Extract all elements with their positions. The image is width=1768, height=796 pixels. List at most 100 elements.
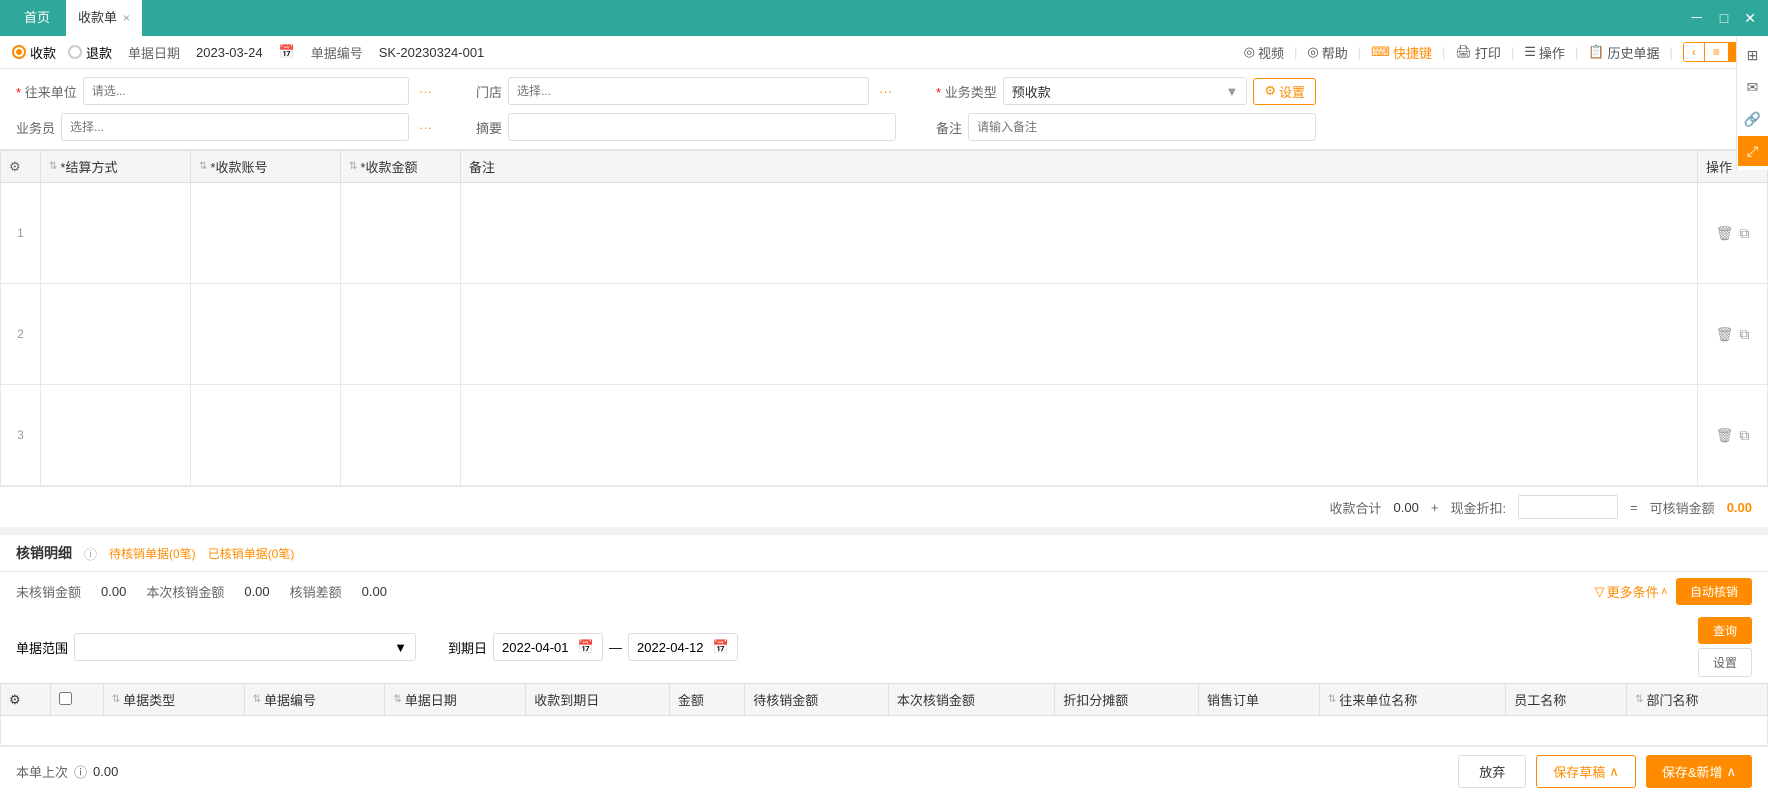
bth-checkbox[interactable] <box>51 684 104 716</box>
sidebar-mail-icon[interactable]: ✉ <box>1738 72 1768 102</box>
op-cell-2: 🗑 ⧉ <box>1698 284 1768 385</box>
bth-counterpart: ⇅往来单位名称 <box>1319 684 1505 716</box>
biztype-label: * 业务类型 <box>936 82 997 101</box>
range-select[interactable]: ▼ <box>74 633 416 661</box>
table-row: 1 🗑 ⧉ <box>1 183 1768 284</box>
bth-number: ⇅单据编号 <box>244 684 385 716</box>
date-to-input[interactable]: 2022-04-12 📅 <box>628 633 738 661</box>
form-area: * 往来单位 ··· 门店 ··· * 业务类型 预收款 ▼ <box>0 69 1768 150</box>
biztype-value: 预收款 <box>1012 82 1226 101</box>
operation-btn[interactable]: ☰ 操作 <box>1524 43 1565 62</box>
copy-icon-3[interactable]: ⧉ <box>1739 427 1749 444</box>
bth-gear[interactable]: ⚙ <box>1 684 51 716</box>
footer-info-icon[interactable]: ⓘ <box>74 762 87 781</box>
range-label: 单据范围 <box>16 638 68 657</box>
tab-receipt[interactable]: 收款单 × <box>66 0 142 36</box>
store-field: 门店 ··· <box>476 77 896 105</box>
filter-icon: ▽ <box>1595 584 1605 600</box>
close-btn[interactable]: ✕ <box>1740 10 1760 27</box>
sidebar-attach-icon[interactable]: 🔗 <box>1738 104 1768 134</box>
maximize-btn[interactable]: □ <box>1716 10 1732 26</box>
setting-button[interactable]: ⚙ 设置 <box>1253 78 1316 105</box>
amount-cell-3[interactable] <box>341 385 461 486</box>
radio-group: 收款 退款 <box>12 43 112 62</box>
note-input[interactable] <box>968 113 1316 141</box>
amount-cell-1[interactable] <box>341 183 461 284</box>
more-conditions-btn[interactable]: ▽ 更多条件 ∧ <box>1595 582 1668 601</box>
settle-cell-1[interactable] <box>41 183 191 284</box>
delete-icon-1[interactable]: 🗑 <box>1716 225 1734 242</box>
amount-cell-2[interactable] <box>341 284 461 385</box>
save-new-arrow: ∧ <box>1726 764 1736 780</box>
shortcut-icon: ⌨ <box>1371 44 1390 60</box>
range-field: 单据范围 ▼ <box>16 633 416 661</box>
history-btn[interactable]: 📋 历史单据 <box>1588 43 1659 62</box>
sidebar-table-icon[interactable]: ⊞ <box>1738 40 1768 70</box>
summary-input[interactable] <box>508 113 896 141</box>
sidebar-expand-icon[interactable]: ⤢ <box>1738 136 1768 166</box>
radio-refund[interactable]: 退款 <box>68 43 112 62</box>
note-cell-1[interactable] <box>461 183 1698 284</box>
abandon-btn[interactable]: 放弃 <box>1458 755 1526 788</box>
hexiao-setting-btn[interactable]: 设置 <box>1698 648 1752 677</box>
store-input[interactable] <box>508 77 869 105</box>
auto-hexiao-btn[interactable]: 自动核销 <box>1676 578 1752 605</box>
save-draft-btn[interactable]: 保存草稿 ∧ <box>1536 755 1636 788</box>
counterpart-input[interactable] <box>83 77 409 105</box>
bth-duedate: 收款到期日 <box>526 684 670 716</box>
current-hexiao-value: 0.00 <box>244 584 269 599</box>
available-value: 0.00 <box>1727 500 1752 515</box>
calendar-icon[interactable]: 📅 <box>279 44 295 60</box>
note-cell-3[interactable] <box>461 385 1698 486</box>
pending-tab[interactable]: 待核销单据(0笔) <box>109 545 196 562</box>
copy-icon-2[interactable]: ⧉ <box>1739 326 1749 343</box>
settle-cell-2[interactable] <box>41 284 191 385</box>
delete-icon-3[interactable]: 🗑 <box>1716 427 1734 444</box>
save-new-btn[interactable]: 保存&新增 ∧ <box>1646 755 1752 788</box>
salesman-input[interactable] <box>61 113 409 141</box>
th-gear[interactable]: ⚙ <box>1 151 41 183</box>
store-ellipsis[interactable]: ··· <box>875 84 896 99</box>
salesman-ellipsis[interactable]: ··· <box>415 120 436 135</box>
done-tab[interactable]: 已核销单据(0笔) <box>208 545 295 562</box>
bottom-table: ⚙ ⇅单据类型 ⇅单据编号 ⇅单据日期 收款到期日 金额 待核 <box>0 683 1768 746</box>
counterpart-ellipsis[interactable]: ··· <box>415 84 436 99</box>
note-cell-2[interactable] <box>461 284 1698 385</box>
tab-home[interactable]: 首页 <box>8 0 66 36</box>
settle-cell-3[interactable] <box>41 385 191 486</box>
discount-input[interactable] <box>1518 495 1618 519</box>
gear-icon-bottom[interactable]: ⚙ <box>9 692 21 707</box>
hexiao-info-icon[interactable]: ⓘ <box>84 544 97 563</box>
date-from-input[interactable]: 2022-04-01 📅 <box>493 633 603 661</box>
delete-icon-2[interactable]: 🗑 <box>1716 326 1734 343</box>
tab-close-icon[interactable]: × <box>123 0 130 36</box>
minimize-btn[interactable]: － <box>1686 8 1708 28</box>
query-btn[interactable]: 查询 <box>1698 617 1752 644</box>
row-num-2: 2 <box>1 284 41 385</box>
range-select-arrow: ▼ <box>394 640 407 655</box>
number-value: SK-20230324-001 <box>379 45 485 60</box>
view-list[interactable]: ≡ <box>1705 43 1729 61</box>
radio-receipt[interactable]: 收款 <box>12 43 56 62</box>
account-cell-3[interactable] <box>191 385 341 486</box>
video-btn[interactable]: ◎ 视频 <box>1244 43 1284 62</box>
account-cell-2[interactable] <box>191 284 341 385</box>
operation-icon: ☰ <box>1524 44 1536 60</box>
available-label: 可核销金额 <box>1650 498 1715 517</box>
copy-icon-1[interactable]: ⧉ <box>1739 225 1749 242</box>
hexiao-filter: 单据范围 ▼ 到期日 2022-04-01 📅 — 2022-04-12 📅 <box>0 611 1768 683</box>
print-btn[interactable]: 🖨 打印 <box>1455 43 1501 62</box>
shortcut-btn[interactable]: ⌨ 快捷键 <box>1371 43 1432 62</box>
print-icon: 🖨 <box>1455 44 1472 60</box>
gear-icon[interactable]: ⚙ <box>9 159 21 174</box>
salesman-label: 业务员 <box>16 118 55 137</box>
select-all-checkbox[interactable] <box>59 692 72 705</box>
account-cell-1[interactable] <box>191 183 341 284</box>
biztype-select[interactable]: 预收款 ▼ <box>1003 77 1248 105</box>
summary-label: 摘要 <box>476 118 502 137</box>
calendar-from-icon: 📅 <box>578 639 594 655</box>
help-btn[interactable]: ◎ 帮助 <box>1307 43 1347 62</box>
table-header-row: ⚙ ⇅ *结算方式 ⇅ *收款账号 <box>1 151 1768 183</box>
view-prev[interactable]: ‹ <box>1684 43 1705 61</box>
date-label: 单据日期 <box>128 43 180 62</box>
